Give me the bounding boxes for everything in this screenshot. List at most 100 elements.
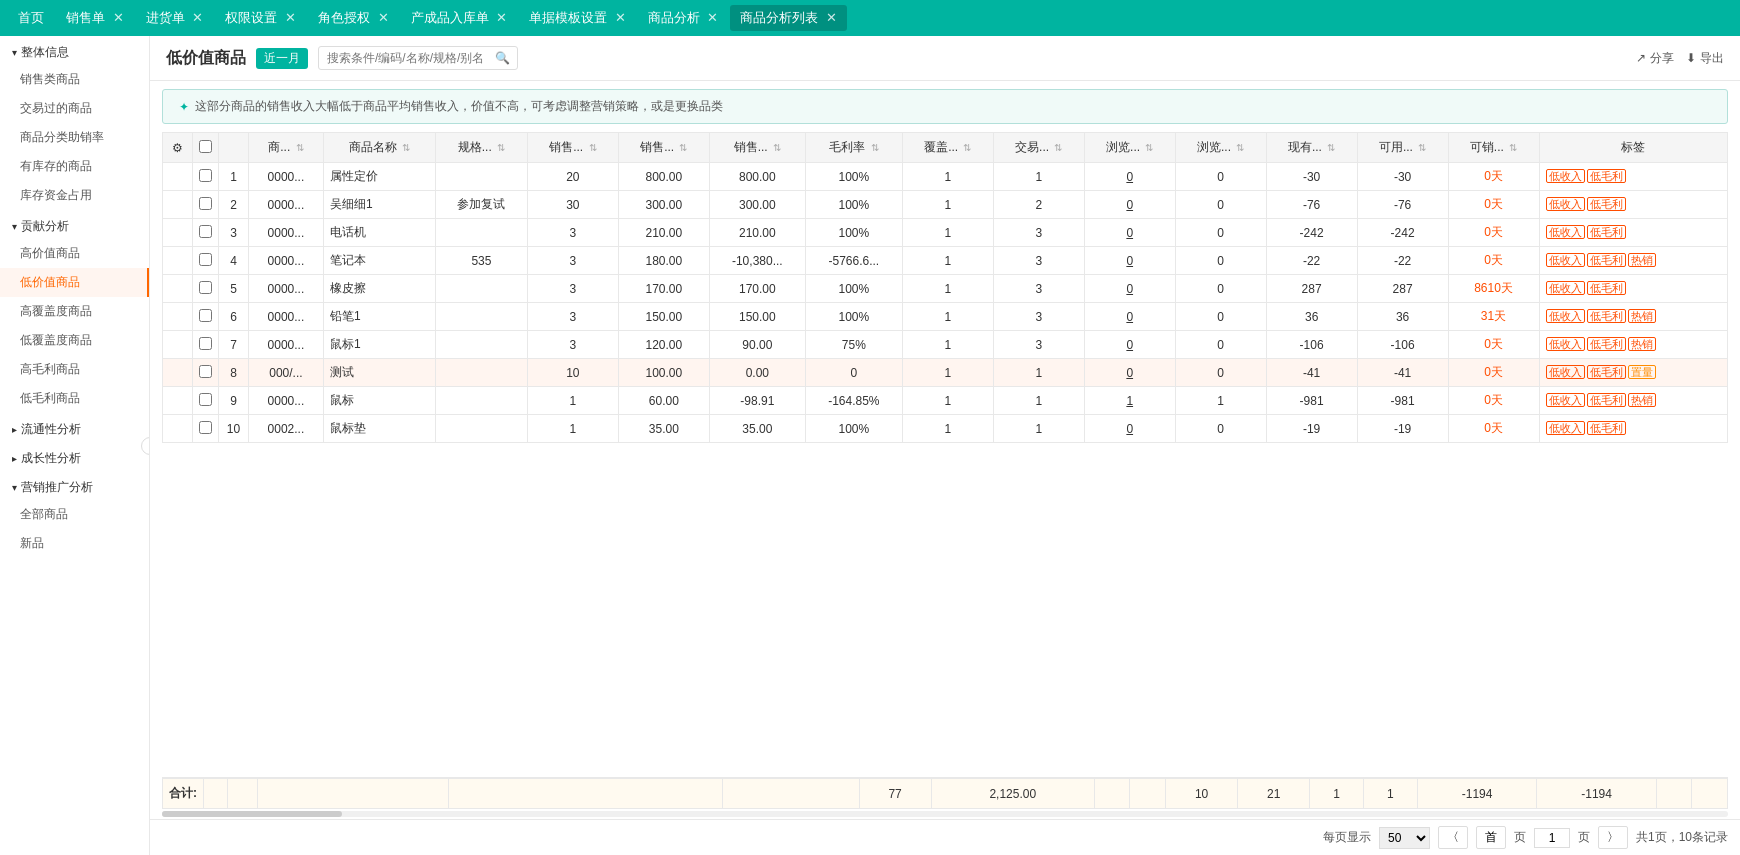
sidebar-item-all-goods[interactable]: 全部商品 xyxy=(0,500,149,529)
scroll-hint[interactable] xyxy=(150,809,1740,819)
row-checkbox[interactable] xyxy=(199,337,212,350)
col-avail[interactable]: 可用... ⇅ xyxy=(1357,133,1448,163)
close-roles-icon[interactable]: ✕ xyxy=(378,10,389,25)
row-checkbox[interactable] xyxy=(199,393,212,406)
col-gross-rate[interactable]: 毛利率 ⇅ xyxy=(805,133,902,163)
close-sales-icon[interactable]: ✕ xyxy=(113,10,124,25)
row-checkbox[interactable] xyxy=(199,253,212,266)
browse1-link[interactable]: 0 xyxy=(1126,282,1133,296)
cell-browse1[interactable]: 0 xyxy=(1084,191,1175,219)
cell-settings[interactable] xyxy=(163,191,193,219)
nav-home[interactable]: 首页 xyxy=(8,5,54,31)
prev-page-btn[interactable]: 首 xyxy=(1476,826,1506,849)
cell-browse1[interactable]: 0 xyxy=(1084,331,1175,359)
col-saleable[interactable]: 可销... ⇅ xyxy=(1448,133,1539,163)
cell-checkbox[interactable] xyxy=(193,331,219,359)
cell-checkbox[interactable] xyxy=(193,387,219,415)
row-checkbox[interactable] xyxy=(199,281,212,294)
sidebar-item-stocked[interactable]: 有库存的商品 xyxy=(0,152,149,181)
sidebar-item-high-coverage[interactable]: 高覆盖度商品 xyxy=(0,297,149,326)
cell-browse1[interactable]: 0 xyxy=(1084,359,1175,387)
cell-browse1[interactable]: 0 xyxy=(1084,219,1175,247)
search-input[interactable] xyxy=(318,46,518,70)
col-browse2[interactable]: 浏览... ⇅ xyxy=(1175,133,1266,163)
col-settings[interactable]: ⚙ xyxy=(163,133,193,163)
share-button[interactable]: ↗ 分享 xyxy=(1636,50,1674,67)
page-number-input[interactable] xyxy=(1534,828,1570,848)
col-trade[interactable]: 交易... ⇅ xyxy=(993,133,1084,163)
browse1-link[interactable]: 1 xyxy=(1126,394,1133,408)
sidebar-group-growth[interactable]: ▸ 成长性分析 xyxy=(0,442,149,471)
sidebar-item-new-goods[interactable]: 新品 xyxy=(0,529,149,558)
close-list-icon[interactable]: ✕ xyxy=(826,10,837,25)
sidebar-group-overview[interactable]: ▾ 整体信息 xyxy=(0,36,149,65)
row-checkbox[interactable] xyxy=(199,365,212,378)
browse1-link[interactable]: 0 xyxy=(1126,198,1133,212)
cell-settings[interactable] xyxy=(163,331,193,359)
cell-checkbox[interactable] xyxy=(193,303,219,331)
row-checkbox[interactable] xyxy=(199,169,212,182)
cell-checkbox[interactable] xyxy=(193,163,219,191)
col-sale-amt[interactable]: 销售... ⇅ xyxy=(618,133,709,163)
col-name[interactable]: 商品名称 ⇅ xyxy=(323,133,435,163)
col-browse1[interactable]: 浏览... ⇅ xyxy=(1084,133,1175,163)
browse1-link[interactable]: 0 xyxy=(1126,226,1133,240)
col-sale-qty[interactable]: 销售... ⇅ xyxy=(527,133,618,163)
cell-settings[interactable] xyxy=(163,387,193,415)
cell-settings[interactable] xyxy=(163,275,193,303)
nav-roles[interactable]: 角色授权 ✕ xyxy=(308,5,399,31)
col-stock[interactable]: 现有... ⇅ xyxy=(1266,133,1357,163)
sidebar-item-high-value[interactable]: 高价值商品 xyxy=(0,239,149,268)
sidebar-item-low-value[interactable]: 低价值商品 xyxy=(0,268,149,297)
browse1-link[interactable]: 0 xyxy=(1126,422,1133,436)
next-page-btn[interactable]: 〉 xyxy=(1598,826,1628,849)
close-purchase-icon[interactable]: ✕ xyxy=(192,10,203,25)
sidebar-item-low-coverage[interactable]: 低覆盖度商品 xyxy=(0,326,149,355)
sidebar-item-low-margin[interactable]: 低毛利商品 xyxy=(0,384,149,413)
first-page-btn[interactable]: 〈 xyxy=(1438,826,1468,849)
cell-settings[interactable] xyxy=(163,303,193,331)
row-checkbox[interactable] xyxy=(199,225,212,238)
close-stock-icon[interactable]: ✕ xyxy=(496,10,507,25)
cell-settings[interactable] xyxy=(163,163,193,191)
browse1-link[interactable]: 0 xyxy=(1126,366,1133,380)
browse1-link[interactable]: 0 xyxy=(1126,170,1133,184)
col-code[interactable]: 商... ⇅ xyxy=(249,133,324,163)
sidebar-group-marketing[interactable]: ▾ 营销推广分析 xyxy=(0,471,149,500)
cell-browse1[interactable]: 0 xyxy=(1084,275,1175,303)
nav-perms[interactable]: 权限设置 ✕ xyxy=(215,5,306,31)
export-button[interactable]: ⬇ 导出 xyxy=(1686,50,1724,67)
cell-checkbox[interactable] xyxy=(193,247,219,275)
per-page-select[interactable]: 50 100 200 xyxy=(1379,827,1430,849)
cell-checkbox[interactable] xyxy=(193,275,219,303)
cell-checkbox[interactable] xyxy=(193,415,219,443)
cell-settings[interactable] xyxy=(163,359,193,387)
row-checkbox[interactable] xyxy=(199,309,212,322)
cell-checkbox[interactable] xyxy=(193,219,219,247)
nav-template[interactable]: 单据模板设置 ✕ xyxy=(519,5,636,31)
col-checkbox[interactable] xyxy=(193,133,219,163)
cell-browse1[interactable]: 0 xyxy=(1084,303,1175,331)
cell-browse1[interactable]: 0 xyxy=(1084,247,1175,275)
sidebar-item-category-rate[interactable]: 商品分类助销率 xyxy=(0,123,149,152)
col-sale-amt2[interactable]: 销售... ⇅ xyxy=(709,133,805,163)
sidebar-item-traded[interactable]: 交易过的商品 xyxy=(0,94,149,123)
close-analysis-icon[interactable]: ✕ xyxy=(707,10,718,25)
browse1-link[interactable]: 0 xyxy=(1126,310,1133,324)
close-perms-icon[interactable]: ✕ xyxy=(285,10,296,25)
cell-checkbox[interactable] xyxy=(193,191,219,219)
row-checkbox[interactable] xyxy=(199,421,212,434)
cell-checkbox[interactable] xyxy=(193,359,219,387)
nav-goods-analysis[interactable]: 商品分析 ✕ xyxy=(638,5,729,31)
row-checkbox[interactable] xyxy=(199,197,212,210)
cell-settings[interactable] xyxy=(163,415,193,443)
cell-settings[interactable] xyxy=(163,219,193,247)
cell-browse1[interactable]: 0 xyxy=(1084,163,1175,191)
col-spec[interactable]: 规格... ⇅ xyxy=(435,133,527,163)
nav-sales[interactable]: 销售单 ✕ xyxy=(56,5,134,31)
cell-browse1[interactable]: 1 xyxy=(1084,387,1175,415)
close-template-icon[interactable]: ✕ xyxy=(615,10,626,25)
sidebar-item-capital[interactable]: 库存资金占用 xyxy=(0,181,149,210)
browse1-link[interactable]: 0 xyxy=(1126,254,1133,268)
nav-goods-list[interactable]: 商品分析列表 ✕ xyxy=(730,5,847,31)
